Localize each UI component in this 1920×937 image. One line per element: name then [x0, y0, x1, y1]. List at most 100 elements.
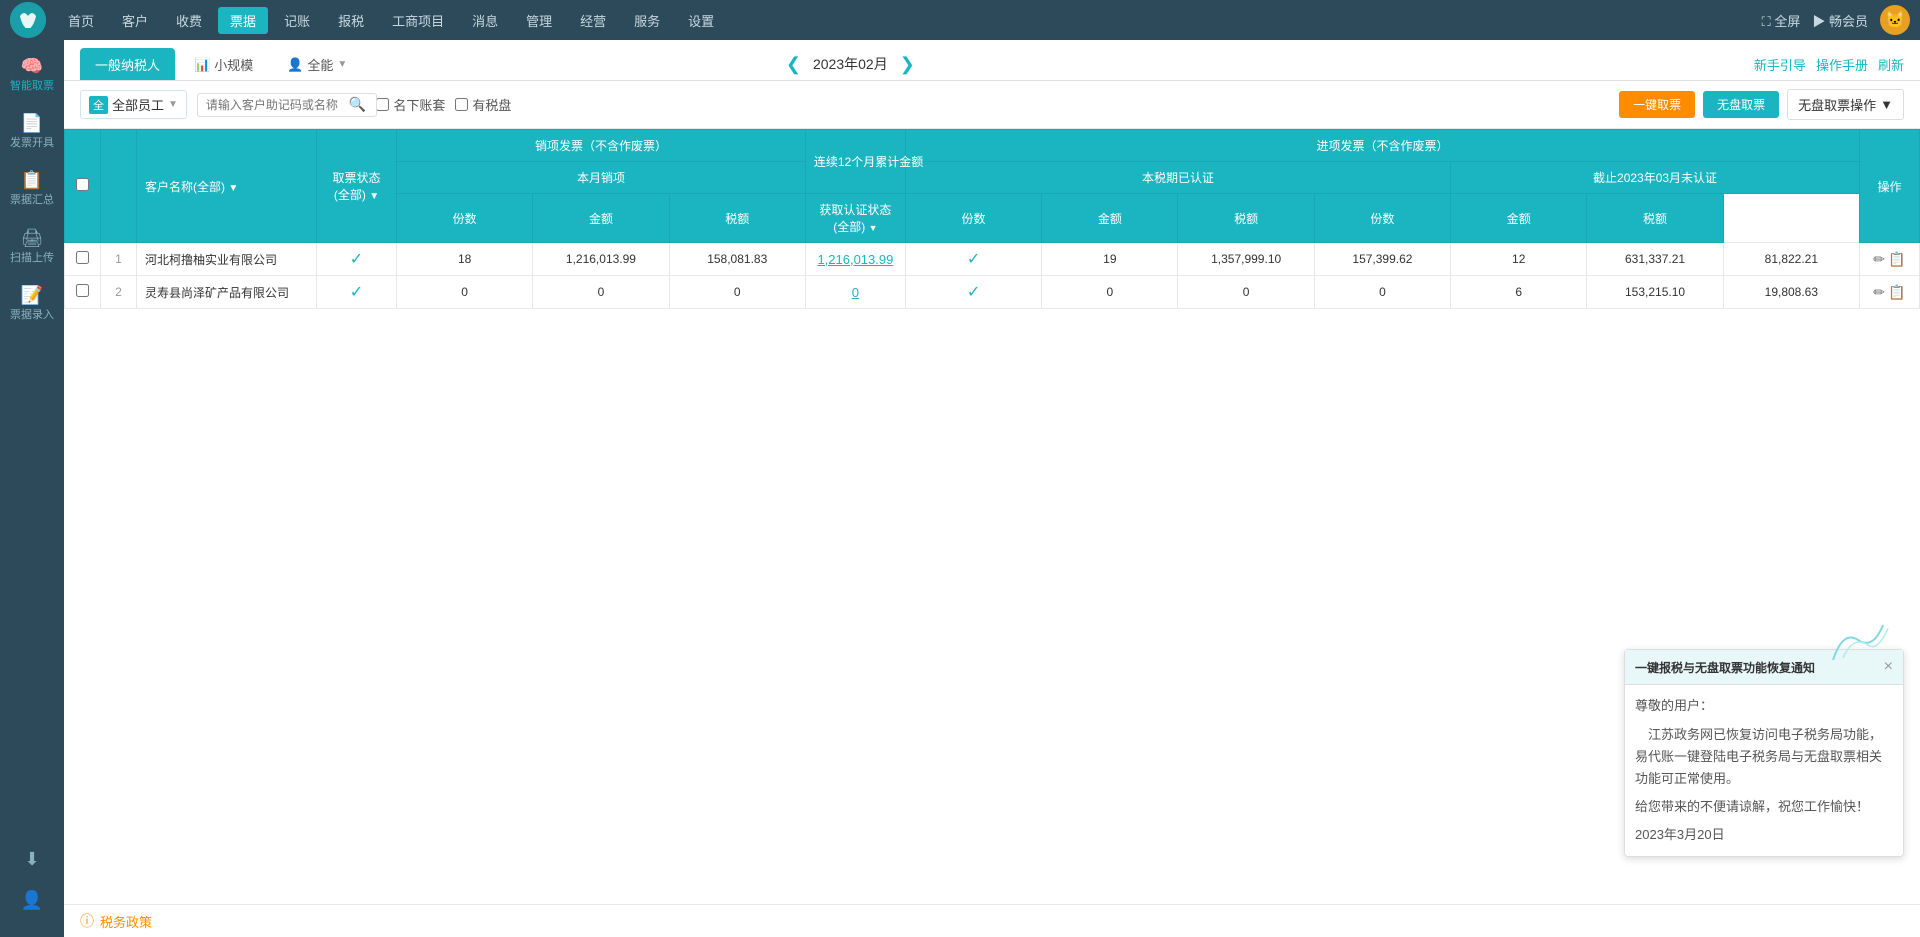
nav-settings[interactable]: 设置	[676, 7, 726, 34]
no-disk-ticket-btn[interactable]: 无盘取票	[1703, 91, 1779, 118]
sidebar-item-smart-ticket[interactable]: 🧠 智能取票	[4, 50, 60, 99]
filter-badge: 全	[89, 96, 108, 114]
notification-body: 尊敬的用户： 江苏政务网已恢复访问电子税务局功能，易代账一键登陆电子税务局与无盘…	[1625, 685, 1903, 856]
employee-filter-label: 全部员工	[112, 95, 164, 114]
row2-checkbox-cell	[65, 276, 101, 309]
sidebar-item-entry[interactable]: 📝 票据录入	[4, 279, 60, 328]
sidebar-item-profile[interactable]: 👤	[4, 884, 60, 917]
sidebar-label-smart: 智能取票	[10, 80, 54, 93]
nav-home[interactable]: 首页	[56, 7, 106, 34]
all-icon: 👤	[287, 57, 303, 73]
nav-customer[interactable]: 客户	[110, 7, 160, 34]
member-btn[interactable]: ▶ 畅会员	[1812, 11, 1868, 30]
nav-business2[interactable]: 经营	[568, 7, 618, 34]
row1-month-count: 18	[397, 243, 533, 276]
table-row: 2 灵寿县尚泽矿产品有限公司 ✓ 0 0 0 0 ✓ 0 0 0 6 153,2…	[65, 276, 1920, 309]
notification-popup: 一键报税与无盘取票功能恢复通知 × 尊敬的用户： 江苏政务网已恢复访问电子税务局…	[1624, 649, 1904, 857]
th-period-certified[interactable]: 本税期已认证	[905, 162, 1450, 194]
sidebar: 🧠 智能取票 📄 发票开具 📋 票据汇总 🖨 扫描上传 📝 票据录入 ⬇ 👤	[0, 40, 64, 937]
next-period-btn[interactable]: ❯	[896, 54, 919, 75]
row2-cert-status: ✓	[905, 276, 1041, 309]
row1-cert-status: ✓	[905, 243, 1041, 276]
th-cert-status[interactable]: 获取认证状态(全部) ▼	[805, 194, 905, 243]
nav-message[interactable]: 消息	[460, 7, 510, 34]
row1-cert-count: 19	[1042, 243, 1178, 276]
row2-edit-btn[interactable]: ✏	[1873, 284, 1885, 301]
row1-edit-btn[interactable]: ✏	[1873, 251, 1885, 268]
nav-tax[interactable]: 报税	[326, 7, 376, 34]
row1-month-amount: 1,216,013.99	[533, 243, 669, 276]
guide-btn[interactable]: 新手引导	[1754, 55, 1806, 74]
notification-close-btn[interactable]: ×	[1884, 658, 1893, 676]
user-avatar[interactable]: 🐱	[1880, 5, 1910, 35]
row1-cert-amount: 1,357,999.10	[1178, 243, 1314, 276]
nav-bookkeeping[interactable]: 记账	[272, 7, 322, 34]
invoice-icon: 📄	[21, 113, 43, 134]
top-navigation: 首页 客户 收费 票据 记账 报税 工商项目 消息 管理 经营 服务 设置 ⛶ …	[0, 0, 1920, 40]
notification-content: 江苏政务网已恢复访问电子税务局功能，易代账一键登陆电子税务局与无盘取票相关功能可…	[1635, 724, 1893, 790]
row1-checkbox[interactable]	[76, 251, 89, 264]
row2-ticket-status: ✓	[317, 276, 397, 309]
sidebar-label-summary: 票据汇总	[10, 194, 54, 207]
row2-cert-icon: ✓	[967, 284, 980, 301]
nav-ticket[interactable]: 票据	[218, 7, 268, 34]
sidebar-item-summary[interactable]: 📋 票据汇总	[4, 164, 60, 213]
row2-view-btn[interactable]: 📋	[1888, 284, 1905, 301]
search-container: 🔍	[197, 93, 366, 117]
prev-period-btn[interactable]: ❮	[782, 54, 805, 75]
my-accounts-checkbox-label[interactable]: 名下账套	[376, 95, 445, 114]
nav-business[interactable]: 工商项目	[380, 7, 456, 34]
row1-uncert-tax: 81,822.21	[1723, 243, 1859, 276]
th-checkbox	[65, 130, 101, 243]
th-uncert-count: 份数	[1314, 194, 1450, 243]
th-customer-name[interactable]: 客户名称(全部) ▼	[137, 130, 317, 243]
tab-bar: 一般纳税人 📊 小规模 👤 全能 ▼ ❮ 2023年02月 ❯ 新手引导 操作手…	[64, 40, 1920, 81]
notification-decoration-svg	[1823, 620, 1893, 660]
row2-name: 灵寿县尚泽矿产品有限公司	[137, 276, 317, 309]
footer-text[interactable]: 税务政策	[100, 912, 152, 931]
row2-cumulative-link[interactable]: 0	[852, 285, 859, 300]
table-body: 1 河北柯撸柚实业有限公司 ✓ 18 1,216,013.99 158,081.…	[65, 243, 1920, 309]
nav-manage[interactable]: 管理	[514, 7, 564, 34]
my-accounts-checkbox[interactable]	[376, 98, 389, 111]
tab-small-scale[interactable]: 📊 小规模	[179, 48, 268, 80]
current-period: 2023年02月	[813, 54, 888, 74]
nav-service[interactable]: 服务	[622, 7, 672, 34]
th-sales-tax: 税额	[669, 194, 805, 243]
sidebar-label-invoice: 发票开具	[10, 137, 54, 150]
no-disk-ops-btn[interactable]: 无盘取票操作 ▼	[1787, 89, 1904, 120]
row1-name: 河北柯撸柚实业有限公司	[137, 243, 317, 276]
entry-icon: 📝	[21, 285, 43, 306]
row1-cumulative-link[interactable]: 1,216,013.99	[817, 252, 893, 267]
tax-disk-checkbox-label[interactable]: 有税盘	[455, 95, 511, 114]
tab-general-taxpayer[interactable]: 一般纳税人	[80, 48, 175, 80]
manual-btn[interactable]: 操作手册	[1816, 55, 1868, 74]
row2-num: 2	[101, 276, 137, 309]
tax-disk-checkbox[interactable]	[455, 98, 468, 111]
refresh-btn[interactable]: 刷新	[1878, 55, 1904, 74]
select-all-checkbox[interactable]	[76, 178, 89, 191]
sidebar-item-download[interactable]: ⬇	[4, 843, 60, 876]
notification-salutation: 尊敬的用户：	[1635, 695, 1893, 717]
th-month-sales: 本月销项	[397, 162, 806, 194]
th-sales-invoice-group: 销项发票（不含作废票）	[397, 130, 806, 162]
search-button[interactable]: 🔍	[349, 96, 366, 113]
fullscreen-btn[interactable]: ⛶ 全屏	[1762, 11, 1801, 30]
employee-select[interactable]: 全 全部员工 ▼	[80, 90, 187, 119]
one-key-ticket-btn[interactable]: 一键取票	[1619, 91, 1695, 118]
row2-uncert-amount: 153,215.10	[1587, 276, 1723, 309]
row2-checkbox[interactable]	[76, 284, 89, 297]
sidebar-item-scan[interactable]: 🖨 扫描上传	[4, 222, 60, 271]
toolbar-right-actions: 一键取票 无盘取票 无盘取票操作 ▼	[1619, 89, 1904, 120]
sidebar-item-invoice[interactable]: 📄 发票开具	[4, 107, 60, 156]
app-logo	[10, 2, 46, 38]
nav-fee[interactable]: 收费	[164, 7, 214, 34]
sidebar-label-entry: 票据录入	[10, 309, 54, 322]
th-ticket-status[interactable]: 取票状态(全部) ▼	[317, 130, 397, 243]
scan-icon: 🖨	[21, 228, 44, 249]
tax-disk-label: 有税盘	[472, 95, 511, 114]
tab-all[interactable]: 👤 全能 ▼	[272, 48, 362, 80]
row1-operations: ✏ 📋	[1860, 243, 1920, 276]
small-scale-icon: 📊	[194, 57, 210, 73]
row1-view-btn[interactable]: 📋	[1888, 251, 1905, 268]
